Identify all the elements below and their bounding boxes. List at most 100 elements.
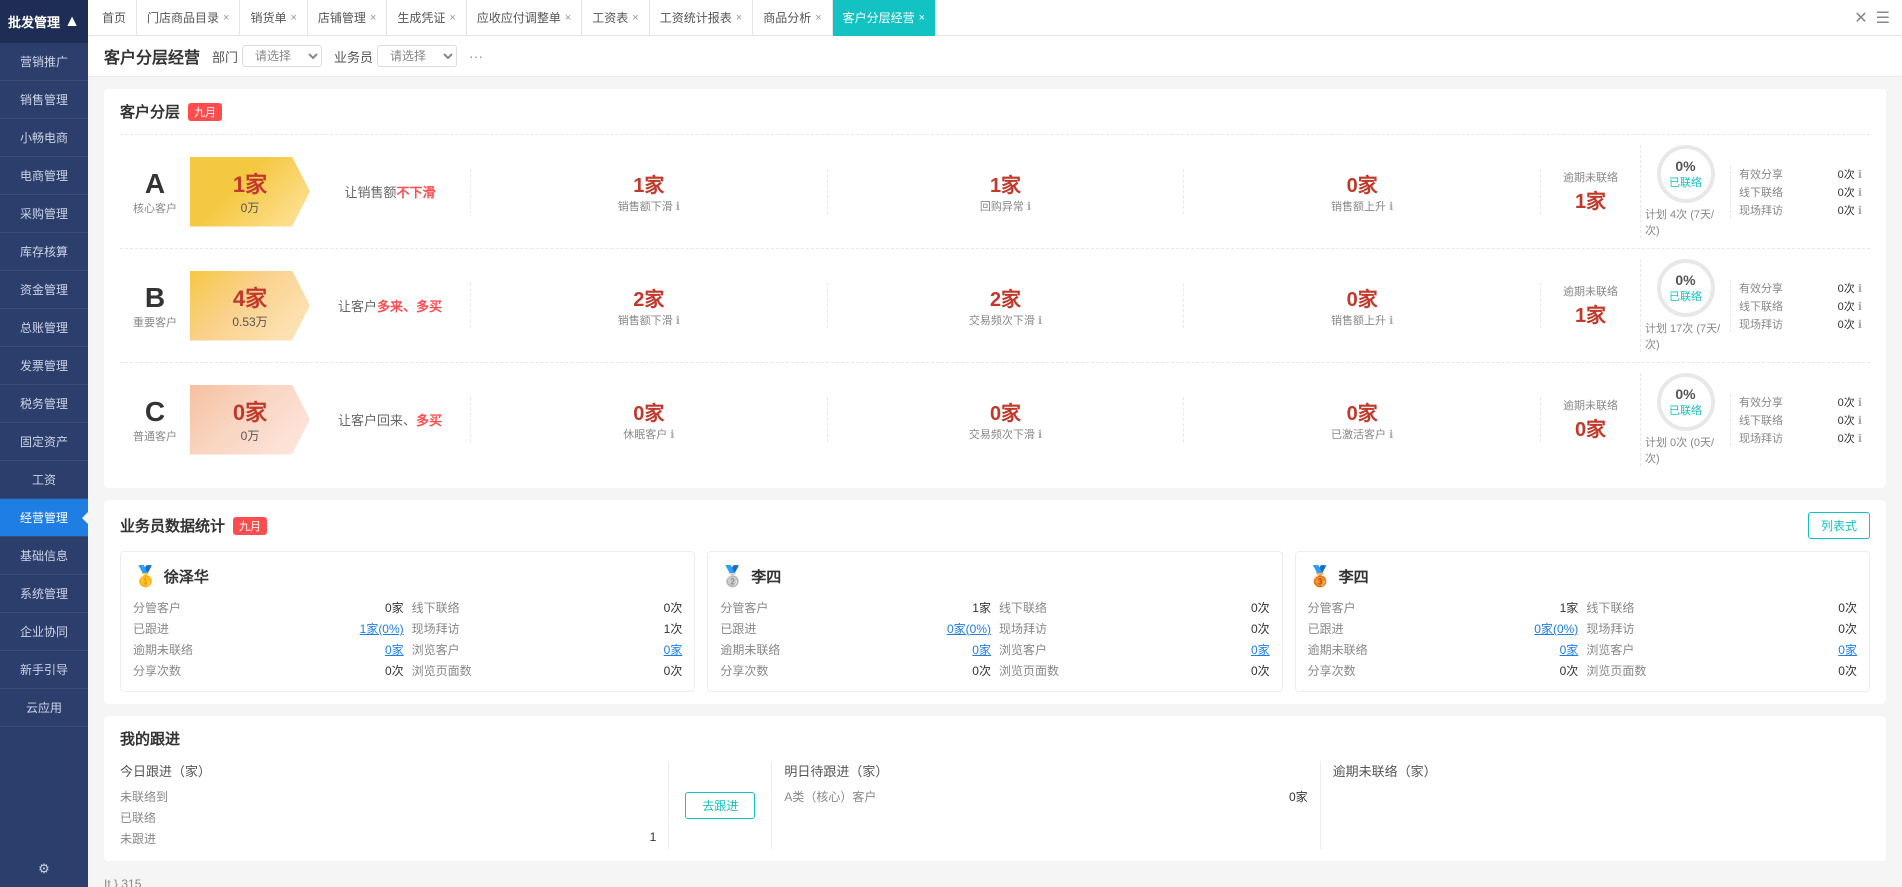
tab-首页[interactable]: 首页 (92, 0, 137, 36)
info-icon-rs[interactable]: ℹ (1858, 205, 1862, 217)
tier-row-B: B 重要客户 4家 0.53万 让客户多来、多买 2家 销售额下滑 ℹ 2家 交… (120, 248, 1870, 362)
sidebar-toggle-icon[interactable]: ▲ (64, 13, 80, 31)
sidebar-item-发票管理[interactable]: 发票管理 (0, 347, 88, 385)
metric-B-2[interactable]: 0家 销售额上升 ℹ (1183, 283, 1540, 328)
info-icon-rs[interactable]: ℹ (1858, 283, 1862, 295)
metric-C-2[interactable]: 0家 已激活客户 ℹ (1183, 397, 1540, 442)
metric-C-1[interactable]: 0家 交易频次下滑 ℹ (827, 397, 1184, 442)
tab-close-商品分析[interactable]: × (815, 12, 821, 24)
staff-metric-label-right-2-3: 浏览页面数 (1586, 662, 1646, 679)
info-icon[interactable]: ℹ (676, 315, 680, 327)
tab-close-客户分层经营[interactable]: × (919, 12, 925, 24)
info-icon-rs[interactable]: ℹ (1858, 397, 1862, 409)
staff-metric-val-right-1-2[interactable]: 0家 (1251, 641, 1270, 658)
dept-select[interactable]: 请选择 (242, 45, 322, 67)
sidebar-item-销售管理[interactable]: 销售管理 (0, 81, 88, 119)
tier-stats-A[interactable]: 1家 0万 (190, 157, 310, 227)
metric-C-0[interactable]: 0家 休眠客户 ℹ (470, 397, 827, 442)
tab-商品分析[interactable]: 商品分析× (753, 0, 832, 36)
sidebar-item-总账管理[interactable]: 总账管理 (0, 309, 88, 347)
tab-工资表[interactable]: 工资表× (582, 0, 649, 36)
tab-close-工资表[interactable]: × (632, 12, 638, 24)
close-all-btn[interactable]: ✕ (1854, 8, 1867, 28)
sidebar-item-企业协同[interactable]: 企业协同 (0, 613, 88, 651)
info-icon-rs[interactable]: ℹ (1858, 169, 1862, 181)
info-icon[interactable]: ℹ (1038, 429, 1042, 441)
tab-应收应付调整单[interactable]: 应收应付调整单× (467, 0, 582, 36)
list-view-btn[interactable]: 列表式 (1808, 512, 1870, 539)
info-icon-rs[interactable]: ℹ (1858, 319, 1862, 331)
metric-A-0[interactable]: 1家 销售额下滑 ℹ (470, 169, 827, 214)
sidebar-item-基础信息[interactable]: 基础信息 (0, 537, 88, 575)
tab-生成凭证[interactable]: 生成凭证× (387, 0, 466, 36)
staff-filter: 业务员 请选择 (334, 45, 457, 67)
staff-select[interactable]: 请选择 (377, 45, 457, 67)
sidebar-settings[interactable]: ⚙ (0, 851, 88, 887)
tab-销货单[interactable]: 销货单× (240, 0, 307, 36)
metric-A-2[interactable]: 0家 销售额上升 ℹ (1183, 169, 1540, 214)
tier-contact-A[interactable]: 逾期未联络 1家 (1540, 169, 1640, 214)
tab-客户分层经营[interactable]: 客户分层经营× (833, 0, 936, 36)
sidebar-item-营销推广[interactable]: 营销推广 (0, 43, 88, 81)
sidebar-item-工资[interactable]: 工资 (0, 461, 88, 499)
tab-close-门店商品目录[interactable]: × (223, 12, 229, 24)
staff-metric-val-left-2-2[interactable]: 0家 (1560, 641, 1579, 658)
tier-count-C: 0家 (233, 395, 267, 427)
info-icon-rs[interactable]: ℹ (1858, 415, 1862, 427)
info-icon[interactable]: ℹ (1389, 201, 1393, 213)
staff-metric-val-left-1-1[interactable]: 0家(0%) (947, 620, 991, 637)
metric-B-0[interactable]: 2家 销售额下滑 ℹ (470, 283, 827, 328)
tier-stats-B[interactable]: 4家 0.53万 (190, 271, 310, 341)
sidebar-item-库存核算[interactable]: 库存核算 (0, 233, 88, 271)
info-icon-rs[interactable]: ℹ (1858, 433, 1862, 445)
overdue-count-C: 0家 (1549, 413, 1632, 442)
tier-stats-C[interactable]: 0家 0万 (190, 385, 310, 455)
tab-店铺管理[interactable]: 店铺管理× (308, 0, 387, 36)
tab-工资统计报表[interactable]: 工资统计报表× (650, 0, 753, 36)
info-icon-rs[interactable]: ℹ (1858, 187, 1862, 199)
metric-A-1[interactable]: 1家 回购异常 ℹ (827, 169, 1184, 214)
tab-close-工资统计报表[interactable]: × (736, 12, 742, 24)
staff-metric-label-left-1-0: 分管客户 (720, 599, 768, 616)
tab-close-销货单[interactable]: × (290, 12, 296, 24)
tab-menu-btn[interactable]: ☰ (1876, 8, 1890, 28)
sidebar-item-资金管理[interactable]: 资金管理 (0, 271, 88, 309)
sidebar-item-电商管理[interactable]: 电商管理 (0, 157, 88, 195)
tab-门店商品目录[interactable]: 门店商品目录× (137, 0, 240, 36)
circle-linked-A: 已联络 (1669, 174, 1702, 190)
sidebar-item-小畅电商[interactable]: 小畅电商 (0, 119, 88, 157)
staff-metric-val-left-0-2[interactable]: 0家 (385, 641, 404, 658)
more-filter-btn[interactable]: ··· (469, 48, 483, 64)
sidebar-item-云应用[interactable]: 云应用 (0, 689, 88, 727)
sidebar-item-经营管理[interactable]: 经营管理 (0, 499, 88, 537)
staff-metric-val-left-2-1[interactable]: 0家(0%) (1534, 620, 1578, 637)
staff-name-2: 李四 (1339, 566, 1369, 587)
info-icon[interactable]: ℹ (676, 201, 680, 213)
metric-B-1[interactable]: 2家 交易频次下滑 ℹ (827, 283, 1184, 328)
info-icon[interactable]: ℹ (1027, 201, 1031, 213)
staff-metric-label-left-1-1: 已跟进 (720, 620, 756, 637)
staff-metric-val-left-1-2[interactable]: 0家 (972, 641, 991, 658)
staff-metric-val-right-2-2[interactable]: 0家 (1838, 641, 1857, 658)
circle-plan-B: 计划 17次 (7天/次) (1645, 320, 1726, 352)
info-icon[interactable]: ℹ (670, 429, 674, 441)
staff-metric-row-right-0-2: 浏览客户 0家 (412, 641, 683, 658)
sidebar-item-采购管理[interactable]: 采购管理 (0, 195, 88, 233)
tier-contact-B[interactable]: 逾期未联络 1家 (1540, 283, 1640, 328)
info-icon-rs[interactable]: ℹ (1858, 301, 1862, 313)
sidebar-item-税务管理[interactable]: 税务管理 (0, 385, 88, 423)
tab-close-店铺管理[interactable]: × (370, 12, 376, 24)
sidebar-item-新手引导[interactable]: 新手引导 (0, 651, 88, 689)
staff-metric-val-right-0-2[interactable]: 0家 (664, 641, 683, 658)
sidebar-item-固定资产[interactable]: 固定资产 (0, 423, 88, 461)
sidebar-item-系统管理[interactable]: 系统管理 (0, 575, 88, 613)
info-icon[interactable]: ℹ (1038, 315, 1042, 327)
info-icon[interactable]: ℹ (1389, 429, 1393, 441)
sidebar-header: 批发管理 ▲ (0, 0, 88, 43)
info-icon[interactable]: ℹ (1389, 315, 1393, 327)
tier-contact-C[interactable]: 逾期未联络 0家 (1540, 397, 1640, 442)
goto-followup-btn[interactable]: 去跟进 (685, 792, 755, 819)
staff-metric-val-left-0-1[interactable]: 1家(0%) (360, 620, 404, 637)
tab-close-应收应付调整单[interactable]: × (565, 12, 571, 24)
tab-close-生成凭证[interactable]: × (449, 12, 455, 24)
